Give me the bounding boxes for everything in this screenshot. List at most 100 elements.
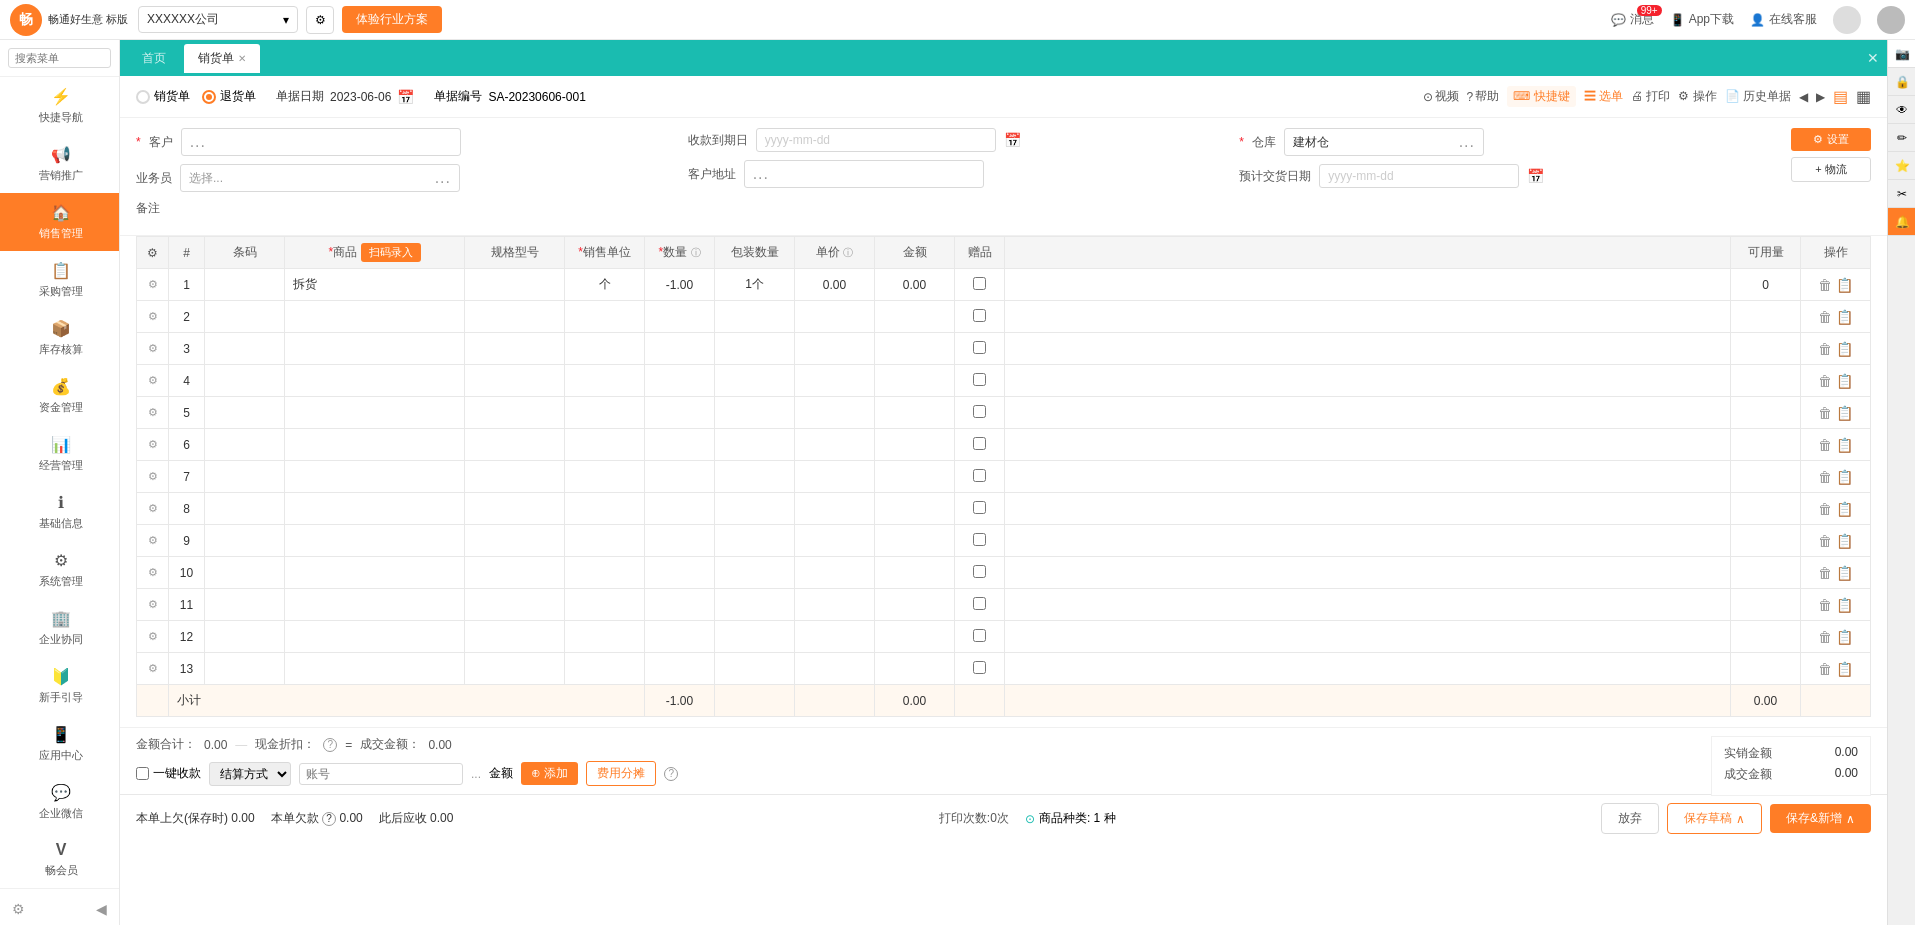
- row-spec[interactable]: [465, 429, 565, 461]
- copy-icon[interactable]: 📋: [1836, 469, 1853, 485]
- return-order-radio[interactable]: 退货单: [202, 88, 256, 105]
- online-service-button[interactable]: 👤 在线客服: [1750, 11, 1817, 28]
- copy-icon[interactable]: 📋: [1836, 309, 1853, 325]
- row-product[interactable]: [285, 557, 465, 589]
- discard-button[interactable]: 放弃: [1601, 803, 1659, 834]
- row-amount[interactable]: [875, 429, 955, 461]
- gift-checkbox[interactable]: [973, 597, 986, 610]
- row-amount[interactable]: [875, 461, 955, 493]
- row-qty[interactable]: [645, 589, 715, 621]
- sidebar-item-quick-nav[interactable]: ⚡ 快捷导航: [0, 77, 119, 135]
- gift-checkbox[interactable]: [973, 309, 986, 322]
- row-amount[interactable]: 0.00: [875, 269, 955, 301]
- row-gift[interactable]: [955, 653, 1005, 685]
- header-action-video[interactable]: ⊙ 视频: [1423, 88, 1459, 105]
- row-price[interactable]: [795, 557, 875, 589]
- row-unit[interactable]: [565, 397, 645, 429]
- row-qty[interactable]: [645, 365, 715, 397]
- copy-icon[interactable]: 📋: [1836, 597, 1853, 613]
- row-qty[interactable]: [645, 461, 715, 493]
- sidebar-item-wechat[interactable]: 💬 企业微信: [0, 773, 119, 831]
- warehouse-input[interactable]: 建材仓 ...: [1284, 128, 1484, 156]
- row-barcode[interactable]: [205, 589, 285, 621]
- row-product[interactable]: [285, 333, 465, 365]
- row-product[interactable]: [285, 461, 465, 493]
- row-amount[interactable]: [875, 493, 955, 525]
- row-qty[interactable]: [645, 493, 715, 525]
- gift-checkbox[interactable]: [973, 661, 986, 674]
- row-gift[interactable]: [955, 333, 1005, 365]
- row-pkg[interactable]: [715, 493, 795, 525]
- row-unit[interactable]: [565, 653, 645, 685]
- copy-icon[interactable]: 📋: [1836, 341, 1853, 357]
- row-pkg[interactable]: [715, 589, 795, 621]
- row-pkg[interactable]: [715, 653, 795, 685]
- row-gift[interactable]: [955, 557, 1005, 589]
- delete-icon[interactable]: 🗑: [1818, 309, 1832, 325]
- row-amount[interactable]: [875, 621, 955, 653]
- due-date-calendar-icon[interactable]: 📅: [1004, 132, 1021, 148]
- payment-method-select[interactable]: 结算方式: [209, 762, 291, 786]
- copy-icon[interactable]: 📋: [1836, 437, 1853, 453]
- delivery-date-input[interactable]: yyyy-mm-dd: [1319, 164, 1519, 188]
- header-action-print[interactable]: 🖨 打印: [1631, 88, 1670, 105]
- tab-sales-order[interactable]: 销货单 ✕: [184, 44, 260, 73]
- row-barcode[interactable]: [205, 269, 285, 301]
- avatar-2[interactable]: [1877, 6, 1905, 34]
- row-price[interactable]: [795, 621, 875, 653]
- add-payment-button[interactable]: ⊕ 添加: [521, 762, 578, 785]
- avatar[interactable]: [1833, 6, 1861, 34]
- delete-icon[interactable]: 🗑: [1818, 629, 1832, 645]
- right-panel-btn-4[interactable]: ✏: [1888, 124, 1915, 152]
- view-grid-icon[interactable]: ▦: [1856, 87, 1871, 106]
- sidebar-item-basic[interactable]: ℹ 基础信息: [0, 483, 119, 541]
- row-spec[interactable]: [465, 525, 565, 557]
- sidebar-item-inventory[interactable]: 📦 库存核算: [0, 309, 119, 367]
- row-gift[interactable]: [955, 365, 1005, 397]
- row-product[interactable]: [285, 653, 465, 685]
- row-unit[interactable]: [565, 621, 645, 653]
- row-amount[interactable]: [875, 333, 955, 365]
- row-pkg[interactable]: [715, 397, 795, 429]
- row-barcode[interactable]: [205, 333, 285, 365]
- copy-icon[interactable]: 📋: [1836, 661, 1853, 677]
- salesperson-input[interactable]: 选择... ...: [180, 164, 460, 192]
- row-amount[interactable]: [875, 557, 955, 589]
- row-product[interactable]: [285, 525, 465, 557]
- row-price[interactable]: [795, 333, 875, 365]
- row-barcode[interactable]: [205, 429, 285, 461]
- row-unit[interactable]: [565, 429, 645, 461]
- row-price[interactable]: [795, 429, 875, 461]
- row-unit[interactable]: [565, 301, 645, 333]
- row-price[interactable]: [795, 461, 875, 493]
- expense-split-button[interactable]: 费用分摊: [586, 761, 656, 786]
- gift-checkbox[interactable]: [973, 277, 986, 290]
- row-barcode[interactable]: [205, 557, 285, 589]
- logistics-button[interactable]: + 物流: [1791, 157, 1871, 182]
- row-product[interactable]: [285, 397, 465, 429]
- row-unit[interactable]: [565, 525, 645, 557]
- row-unit[interactable]: [565, 557, 645, 589]
- row-spec[interactable]: [465, 397, 565, 429]
- sidebar-item-purchase[interactable]: 📋 采购管理: [0, 251, 119, 309]
- row-qty[interactable]: [645, 301, 715, 333]
- sales-order-radio[interactable]: 销货单: [136, 88, 190, 105]
- row-spec[interactable]: [465, 493, 565, 525]
- copy-icon[interactable]: 📋: [1836, 629, 1853, 645]
- row-qty[interactable]: [645, 621, 715, 653]
- header-action-shortcut[interactable]: ⌨ 快捷键: [1507, 86, 1575, 107]
- row-qty[interactable]: -1.00: [645, 269, 715, 301]
- nav-prev-icon[interactable]: ◀: [1799, 90, 1808, 104]
- row-price[interactable]: [795, 365, 875, 397]
- row-gift[interactable]: [955, 493, 1005, 525]
- gift-checkbox[interactable]: [973, 501, 986, 514]
- sidebar-item-sales[interactable]: 🏠 销售管理: [0, 193, 119, 251]
- row-barcode[interactable]: [205, 301, 285, 333]
- row-gift[interactable]: [955, 461, 1005, 493]
- row-price[interactable]: [795, 301, 875, 333]
- copy-icon[interactable]: 📋: [1836, 501, 1853, 517]
- copy-icon[interactable]: 📋: [1836, 565, 1853, 581]
- gift-checkbox[interactable]: [973, 437, 986, 450]
- row-qty[interactable]: [645, 397, 715, 429]
- row-gift[interactable]: [955, 397, 1005, 429]
